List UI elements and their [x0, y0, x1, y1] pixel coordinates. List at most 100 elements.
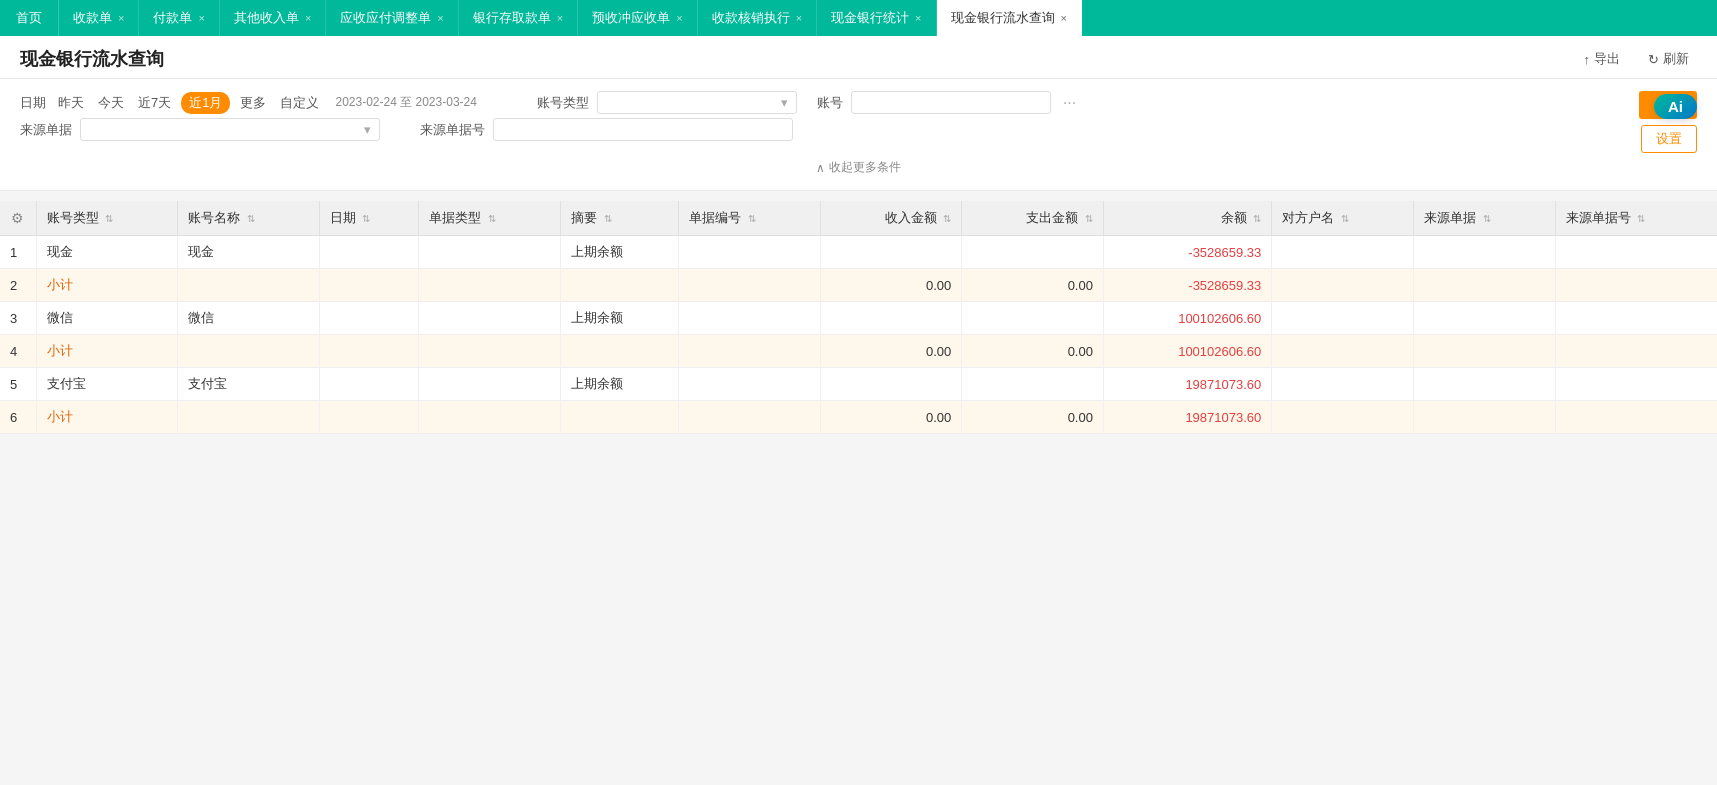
account-input[interactable]	[851, 91, 1051, 114]
nav-tab-close-5[interactable]: ×	[676, 12, 682, 24]
cell-date	[319, 368, 419, 401]
cell-doc_no	[679, 302, 821, 335]
nav-tab-close-2[interactable]: ×	[305, 12, 311, 24]
th-account-type[interactable]: 账号类型 ⇅	[36, 201, 178, 236]
gear-icon[interactable]: ⚙	[11, 210, 24, 226]
table-header-row: ⚙ 账号类型 ⇅ 账号名称 ⇅ 日期 ⇅ 单据类型 ⇅	[0, 201, 1717, 236]
page-title: 现金银行流水查询	[20, 47, 164, 71]
nav-tab-6[interactable]: 收款核销执行 ×	[698, 0, 817, 36]
cell-summary: 上期余额	[561, 368, 679, 401]
cell-source_doc	[1413, 302, 1555, 335]
account-type-label: 账号类型	[537, 94, 589, 112]
cell-account_name	[178, 401, 320, 434]
th-counterpart[interactable]: 对方户名 ⇅	[1272, 201, 1414, 236]
account-type-filter-group: 账号类型 ▾	[537, 91, 797, 114]
sort-icon-source-doc-no: ⇅	[1637, 213, 1645, 224]
cell-source_doc_no	[1555, 368, 1717, 401]
cell-expense	[962, 368, 1104, 401]
shortcut-7days[interactable]: 近7天	[134, 92, 175, 114]
cell-date	[319, 236, 419, 269]
filter-row-2: 来源单据 ▾ 来源单据号	[20, 118, 1619, 141]
nav-tab-close-0[interactable]: ×	[118, 12, 124, 24]
account-type-select[interactable]: ▾	[597, 91, 797, 114]
th-income[interactable]: 收入金额 ⇅	[820, 201, 962, 236]
cell-expense: 0.00	[962, 269, 1104, 302]
ai-badge[interactable]: Ai	[1654, 94, 1697, 119]
nav-tab-3[interactable]: 应收应付调整单 ×	[326, 0, 458, 36]
cell-doc_type	[419, 269, 561, 302]
account-more-btn[interactable]: ···	[1059, 94, 1080, 112]
nav-tab-label-1: 付款单	[153, 9, 192, 27]
th-expense[interactable]: 支出金额 ⇅	[962, 201, 1104, 236]
cell-account_name	[178, 335, 320, 368]
nav-tab-close-8[interactable]: ×	[1061, 12, 1067, 24]
cell-doc_type	[419, 236, 561, 269]
th-doc-type[interactable]: 单据类型 ⇅	[419, 201, 561, 236]
nav-tab-0[interactable]: 收款单 ×	[59, 0, 139, 36]
nav-tab-2[interactable]: 其他收入单 ×	[220, 0, 326, 36]
th-date[interactable]: 日期 ⇅	[319, 201, 419, 236]
collapse-bar[interactable]: ∧ 收起更多条件	[20, 153, 1697, 178]
cell-income	[820, 302, 962, 335]
cell-doc_type	[419, 368, 561, 401]
export-label: 导出	[1594, 50, 1620, 68]
table-row: 1现金现金上期余额-3528659.33	[0, 236, 1717, 269]
cell-source_doc_no	[1555, 269, 1717, 302]
cell-doc_type	[419, 302, 561, 335]
cell-source_doc_no	[1555, 401, 1717, 434]
cell-doc_no	[679, 335, 821, 368]
th-account-name[interactable]: 账号名称 ⇅	[178, 201, 320, 236]
nav-tab-close-6[interactable]: ×	[796, 12, 802, 24]
cell-doc_no	[679, 269, 821, 302]
th-settings[interactable]: ⚙	[0, 201, 36, 236]
sort-icon-counterpart: ⇅	[1341, 213, 1349, 224]
th-summary[interactable]: 摘要 ⇅	[561, 201, 679, 236]
nav-tab-7[interactable]: 现金银行统计 ×	[817, 0, 936, 36]
settings-button[interactable]: 设置	[1641, 125, 1697, 153]
cell-account_type: 微信	[36, 302, 178, 335]
th-doc-no[interactable]: 单据编号 ⇅	[679, 201, 821, 236]
nav-tab-close-4[interactable]: ×	[557, 12, 563, 24]
nav-tab-4[interactable]: 银行存取款单 ×	[459, 0, 578, 36]
cell-account_type: 支付宝	[36, 368, 178, 401]
nav-home[interactable]: 首页	[0, 0, 59, 36]
export-button[interactable]: ↑ 导出	[1576, 46, 1629, 72]
sort-icon-account-name: ⇅	[247, 213, 255, 224]
table-container: ⚙ 账号类型 ⇅ 账号名称 ⇅ 日期 ⇅ 单据类型 ⇅	[0, 201, 1717, 434]
nav-tab-close-1[interactable]: ×	[198, 12, 204, 24]
nav-tab-5[interactable]: 预收冲应收单 ×	[578, 0, 697, 36]
source-doc-no-filter-group: 来源单据号	[420, 118, 793, 141]
source-doc-no-input[interactable]	[493, 118, 793, 141]
cell-date	[319, 269, 419, 302]
refresh-button[interactable]: ↻ 刷新	[1640, 46, 1697, 72]
cell-doc_no	[679, 401, 821, 434]
th-source-doc[interactable]: 来源单据 ⇅	[1413, 201, 1555, 236]
source-doc-select[interactable]: ▾	[80, 118, 380, 141]
th-balance[interactable]: 余额 ⇅	[1103, 201, 1271, 236]
shortcut-more[interactable]: 更多	[236, 92, 270, 114]
nav-tab-close-7[interactable]: ×	[915, 12, 921, 24]
table-row: 6小计0.000.0019871073.60	[0, 401, 1717, 434]
filter-row-1: 日期 昨天 今天 近7天 近1月 更多 自定义 2023-02-24 至 202…	[20, 91, 1619, 114]
cell-counterpart	[1272, 368, 1414, 401]
cell-balance: 100102606.60	[1103, 302, 1271, 335]
cell-balance: 19871073.60	[1103, 368, 1271, 401]
shortcut-1month[interactable]: 近1月	[181, 92, 230, 114]
cell-balance: 100102606.60	[1103, 335, 1271, 368]
cell-counterpart	[1272, 302, 1414, 335]
nav-tab-close-3[interactable]: ×	[437, 12, 443, 24]
cell-balance: 19871073.60	[1103, 401, 1271, 434]
nav-tab-8[interactable]: 现金银行流水查询 ×	[937, 0, 1082, 36]
nav-tab-label-3: 应收应付调整单	[340, 9, 431, 27]
sort-icon-income: ⇅	[943, 213, 951, 224]
shortcut-yesterday[interactable]: 昨天	[54, 92, 88, 114]
source-doc-label: 来源单据	[20, 121, 72, 139]
cell-account_type: 小计	[36, 401, 178, 434]
cell-doc_no	[679, 368, 821, 401]
shortcut-today[interactable]: 今天	[94, 92, 128, 114]
th-source-doc-no[interactable]: 来源单据号 ⇅	[1555, 201, 1717, 236]
nav-tab-1[interactable]: 付款单 ×	[139, 0, 219, 36]
account-filter-group: 账号 ···	[817, 91, 1080, 114]
cell-account_type: 现金	[36, 236, 178, 269]
shortcut-custom[interactable]: 自定义	[276, 92, 323, 114]
